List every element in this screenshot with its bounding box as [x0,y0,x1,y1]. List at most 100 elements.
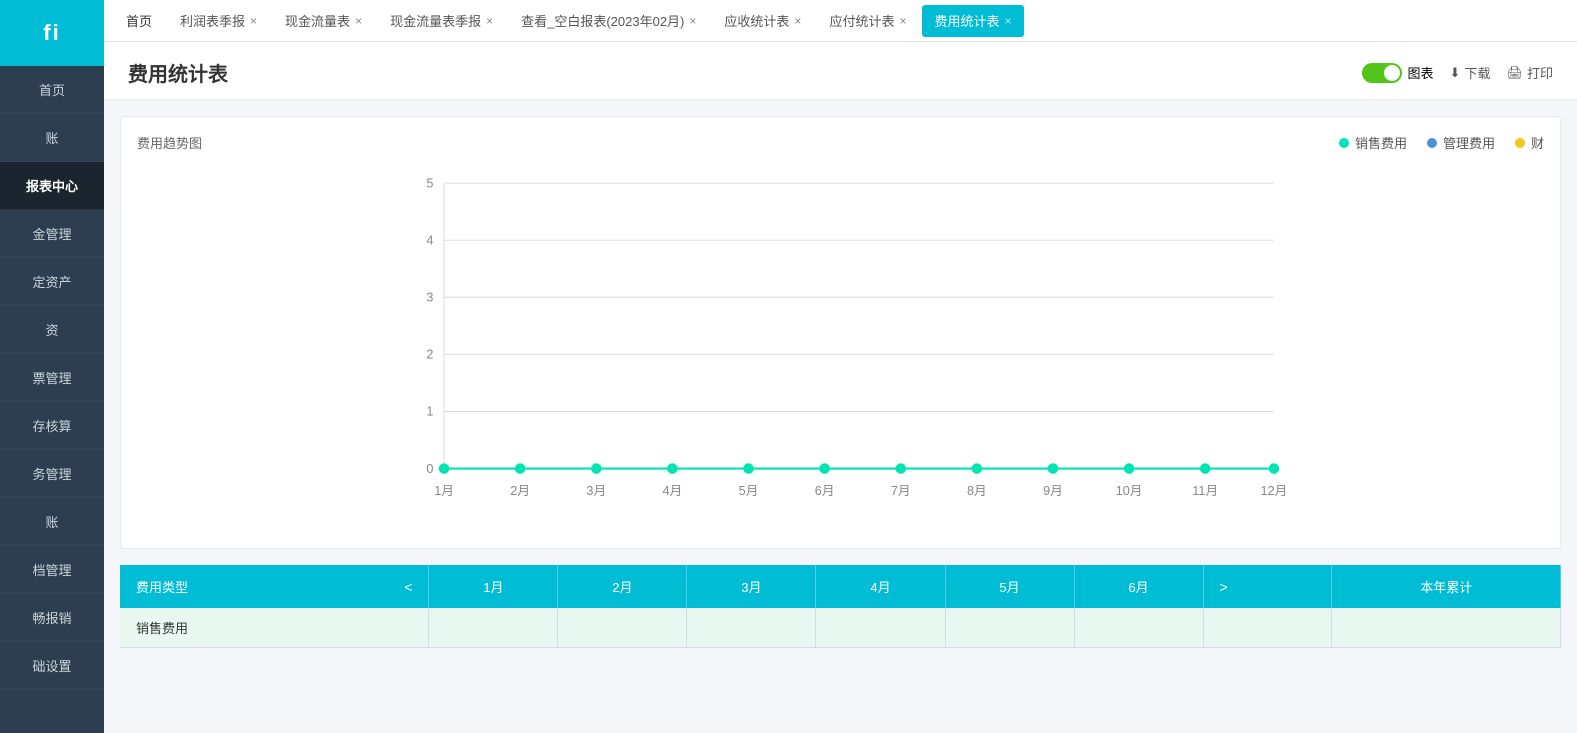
tab-cashflow-quarterly[interactable]: 现金流量表季报 × [378,5,505,37]
chart-toggle-label: 图表 [1408,63,1434,82]
legend-finance-label: 财 [1531,133,1544,152]
sidebar-item-fixed-assets[interactable]: 定资产 [0,258,104,306]
nav-prev-arrow[interactable]: < [398,579,418,595]
td-month-1 [429,608,558,648]
tab-cashflow[interactable]: 现金流量表 × [273,5,374,37]
svg-text:4月: 4月 [663,484,683,498]
download-icon: ⬇ [1450,65,1461,81]
sidebar-logo: fi [0,0,104,66]
chart-toggle-container: 图表 [1362,63,1434,83]
sidebar-item-home[interactable]: 首页 [0,66,104,114]
tab-expense-stats-label: 费用统计表 [934,11,999,30]
svg-text:1: 1 [426,405,433,419]
tab-receivable-stats[interactable]: 应收统计表 × [712,5,813,37]
svg-text:11月: 11月 [1192,484,1218,498]
th-month-1: 1月 [429,565,558,608]
legend-dot-admin [1427,138,1437,148]
td-month-4 [816,608,945,648]
close-icon[interactable]: × [355,14,362,28]
legend-finance-expense: 财 [1515,133,1544,152]
svg-text:8月: 8月 [967,484,987,498]
td-month-6 [1074,608,1203,648]
th-expense-type: 费用类型 < [120,565,429,608]
svg-text:7月: 7月 [891,484,911,498]
svg-text:0: 0 [426,462,433,476]
tab-receivable-stats-label: 应收统计表 [724,11,789,30]
svg-text:1月: 1月 [434,484,454,498]
close-icon[interactable]: × [250,14,257,28]
nav-next-arrow[interactable]: > [1214,579,1234,595]
td-month-3 [687,608,816,648]
svg-text:12月: 12月 [1261,484,1288,498]
page-header: 费用统计表 图表 ⬇ 下载 🖨 打印 [104,42,1577,100]
close-icon[interactable]: × [689,14,696,28]
sidebar-item-archive[interactable]: 档管理 [0,546,104,594]
td-month-5 [945,608,1074,648]
data-table: 费用类型 < 1月 2月 3月 4月 5月 6月 > [120,565,1561,648]
tab-profit-quarterly[interactable]: 利润表季报 × [168,5,269,37]
th-month-2: 2月 [558,565,687,608]
td-year-total [1332,608,1561,648]
table-section: 费用类型 < 1月 2月 3月 4月 5月 6月 > [120,565,1561,648]
tab-payable-stats[interactable]: 应付统计表 × [817,5,918,37]
sidebar-item-fund-management[interactable]: 金管理 [0,210,104,258]
th-month-3: 3月 [687,565,816,608]
chart-section: 费用趋势图 销售费用 管理费用 财 [120,116,1561,549]
sidebar-item-service[interactable]: 务管理 [0,450,104,498]
tab-home[interactable]: 首页 [114,5,164,37]
tab-blank-report-label: 查看_空白报表(2023年02月) [521,11,684,30]
svg-text:4: 4 [426,233,433,247]
print-icon: 🖨 [1506,65,1523,81]
legend-dot-sales [1339,138,1349,148]
chart-toggle[interactable] [1362,63,1402,83]
sidebar-item-inventory[interactable]: 存核算 [0,402,104,450]
th-year-total: 本年累计 [1332,565,1561,608]
chart-legend: 销售费用 管理费用 财 [1339,133,1544,152]
th-nav-next[interactable]: > [1203,565,1332,608]
tab-blank-report[interactable]: 查看_空白报表(2023年02月) × [509,5,708,37]
tab-bar: 首页 利润表季报 × 现金流量表 × 现金流量表季报 × 查看_空白报表(202… [104,0,1577,42]
sidebar-item-expense-reimbursement[interactable]: 畅报销 [0,594,104,642]
close-icon[interactable]: × [794,14,801,28]
sidebar-item-ledger[interactable]: 账 [0,498,104,546]
svg-text:10月: 10月 [1116,484,1143,498]
sidebar-item-invoice[interactable]: 票管理 [0,354,104,402]
print-button[interactable]: 🖨 打印 [1506,63,1553,82]
svg-text:6月: 6月 [815,484,835,498]
sidebar-item-report-center[interactable]: 报表中心 [0,162,104,210]
svg-text:5: 5 [426,176,433,190]
tab-home-label: 首页 [126,11,152,30]
close-icon[interactable]: × [486,14,493,28]
svg-text:3: 3 [426,291,433,305]
tab-profit-quarterly-label: 利润表季报 [180,11,245,30]
legend-admin-expense: 管理费用 [1427,133,1495,152]
td-month-2 [558,608,687,648]
header-actions: 图表 ⬇ 下载 🖨 打印 [1362,63,1553,83]
close-icon[interactable]: × [899,14,906,28]
svg-text:2月: 2月 [510,484,530,498]
legend-sales-label: 销售费用 [1355,133,1407,152]
svg-text:3月: 3月 [586,484,606,498]
page-content: 费用统计表 图表 ⬇ 下载 🖨 打印 费用趋势图 [104,42,1577,733]
legend-admin-label: 管理费用 [1443,133,1495,152]
tab-expense-stats[interactable]: 费用统计表 × [922,5,1023,37]
tab-payable-stats-label: 应付统计表 [829,11,894,30]
print-label: 打印 [1527,63,1553,82]
main-content: 首页 利润表季报 × 现金流量表 × 现金流量表季报 × 查看_空白报表(202… [104,0,1577,733]
svg-text:2: 2 [426,348,433,362]
close-icon[interactable]: × [1004,14,1011,28]
sidebar-item-basic-settings[interactable]: 础设置 [0,642,104,690]
table-row: 销售费用 [120,608,1561,648]
line-chart-svg: 0 1 2 3 4 5 1月 2月 3月 4月 5月 6月 7月 8月 9月 [137,162,1544,532]
td-expense-type: 销售费用 [120,608,429,648]
page-title: 费用统计表 [128,58,228,87]
th-month-5: 5月 [945,565,1074,608]
tab-cashflow-quarterly-label: 现金流量表季报 [390,11,481,30]
th-month-6: 6月 [1074,565,1203,608]
legend-sales-expense: 销售费用 [1339,133,1407,152]
table-header-row: 费用类型 < 1月 2月 3月 4月 5月 6月 > [120,565,1561,608]
sidebar-item-account[interactable]: 账 [0,114,104,162]
download-button[interactable]: ⬇ 下载 [1450,63,1491,82]
chart-header: 费用趋势图 销售费用 管理费用 财 [137,133,1544,152]
sidebar-item-asset[interactable]: 资 [0,306,104,354]
